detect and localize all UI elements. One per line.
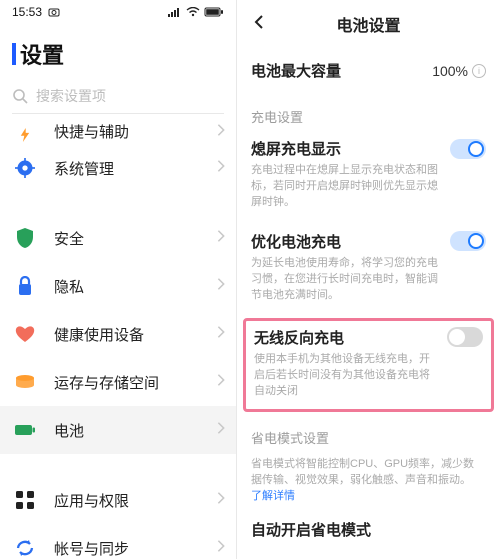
sidebar-item-security[interactable]: 安全	[0, 214, 236, 262]
battery-settings-pane: 电池设置 电池最大容量 100% i 充电设置 熄屏充电显示 充电过程中在熄屏上…	[237, 0, 500, 559]
setting-desc: 为延长电池使用寿命，将学习您的充电习惯，在您进行长时间充电时，智能调节电池充满时…	[251, 256, 486, 304]
toggle-reverse-charge[interactable]	[447, 327, 483, 347]
gear-icon	[14, 157, 36, 179]
section-powersave: 省电模式设置	[237, 416, 500, 449]
chevron-right-icon	[214, 159, 228, 178]
sidebar-item-apps[interactable]: 应用与权限	[0, 476, 236, 524]
wifi-icon	[186, 7, 200, 17]
heart-icon	[14, 323, 36, 345]
chevron-right-icon	[214, 491, 228, 510]
detail-header: 电池设置	[237, 10, 500, 46]
chevron-right-icon	[214, 421, 228, 440]
sidebar-item-battery[interactable]: 电池	[0, 406, 236, 454]
page-title: 设置	[0, 24, 236, 80]
chevron-right-icon	[214, 539, 228, 558]
sidebar-item-label: 电池	[54, 420, 214, 441]
setting-title: 优化电池充电	[251, 231, 450, 252]
sidebar-item-label: 隐私	[54, 276, 214, 297]
desc-text: 省电模式将智能控制CPU、GPU频率，减少数据传输、视觉效果，弱化触感、声音和振…	[251, 458, 474, 486]
learn-more-link[interactable]: 了解详情	[251, 490, 295, 502]
sidebar-item-label: 健康使用设备	[54, 324, 214, 345]
setting-optimize-charge: 优化电池充电 为延长电池使用寿命，将学习您的充电习惯，在您进行长时间充电时，智能…	[237, 221, 500, 314]
info-icon[interactable]: i	[472, 64, 486, 78]
chevron-right-icon	[214, 325, 228, 344]
sidebar-item-label: 运存与存储空间	[54, 372, 214, 393]
battery-capacity-row[interactable]: 电池最大容量 100% i	[237, 46, 500, 95]
search-bar[interactable]	[12, 84, 224, 114]
capacity-value-text: 100%	[432, 63, 468, 79]
sidebar-item-label: 安全	[54, 228, 214, 249]
sidebar-item-label: 帐号与同步	[54, 538, 214, 559]
setting-desc: 充电过程中在熄屏上显示充电状态和图标，若同时开启熄屏时钟则优先显示熄屏时钟。	[251, 163, 486, 211]
disk-icon	[14, 371, 36, 393]
apps-icon	[14, 489, 36, 511]
setting-screenoff-charge: 熄屏充电显示 充电过程中在熄屏上显示充电状态和图标，若同时开启熄屏时钟则优先显示…	[237, 128, 500, 221]
capacity-value: 100% i	[432, 63, 486, 79]
sidebar-item-storage[interactable]: 运存与存储空间	[0, 358, 236, 406]
chevron-right-icon	[214, 229, 228, 248]
search-icon	[12, 88, 28, 104]
settings-list: 快捷与辅助 系统管理 安全	[0, 118, 236, 559]
toggle-screenoff-charge[interactable]	[450, 139, 486, 159]
shield-icon	[14, 227, 36, 249]
setting-powersave-desc: 省电模式将智能控制CPU、GPU频率，减少数据传输、视觉效果，弱化触感、声音和振…	[237, 449, 500, 509]
search-input[interactable]	[36, 88, 224, 104]
sidebar-item-label: 系统管理	[54, 158, 214, 179]
sidebar-item-privacy[interactable]: 隐私	[0, 262, 236, 310]
setting-desc: 使用本手机为其他设备无线充电，开启后若长时间没有为其他设备充电将自动关闭	[254, 352, 483, 400]
status-time: 15:53	[12, 5, 42, 19]
section-charging: 充电设置	[237, 95, 500, 128]
sidebar-item-system[interactable]: 系统管理	[0, 144, 236, 192]
battery-icon	[204, 7, 224, 17]
sidebar-item-wellbeing[interactable]: 健康使用设备	[0, 310, 236, 358]
title-accent	[12, 43, 16, 65]
bolt-icon	[14, 120, 36, 142]
setting-title: 无线反向充电	[254, 327, 447, 348]
setting-auto-powersave[interactable]: 自动开启省电模式	[237, 509, 500, 540]
sidebar-item-shortcuts[interactable]: 快捷与辅助	[0, 118, 236, 144]
setting-desc: 省电模式将智能控制CPU、GPU频率，减少数据传输、视觉效果，弱化触感、声音和振…	[251, 457, 486, 505]
sidebar-item-label: 应用与权限	[54, 490, 214, 511]
sidebar-item-label: 快捷与辅助	[54, 121, 214, 142]
detail-title: 电池设置	[251, 12, 486, 36]
battery-item-icon	[14, 419, 36, 441]
status-bar: 15:53	[0, 0, 236, 24]
camera-icon	[48, 7, 60, 17]
page-title-text: 设置	[20, 38, 64, 70]
setting-title: 自动开启省电模式	[251, 519, 486, 540]
sidebar-item-account[interactable]: 帐号与同步	[0, 524, 236, 559]
sync-icon	[14, 537, 36, 559]
highlight-reverse-charge: 无线反向充电 使用本手机为其他设备无线充电，开启后若长时间没有为其他设备充电将自…	[243, 318, 494, 413]
settings-list-pane: 15:53 设置 快捷与辅助 系统管理	[0, 0, 237, 559]
signal-icon	[168, 7, 182, 17]
chevron-right-icon	[214, 123, 228, 142]
setting-reverse-charge: 无线反向充电 使用本手机为其他设备无线充电，开启后若长时间没有为其他设备充电将自…	[254, 327, 483, 400]
lock-icon	[14, 275, 36, 297]
setting-title: 熄屏充电显示	[251, 138, 450, 159]
chevron-right-icon	[214, 277, 228, 296]
chevron-right-icon	[214, 373, 228, 392]
toggle-optimize-charge[interactable]	[450, 231, 486, 251]
capacity-label: 电池最大容量	[251, 60, 341, 81]
